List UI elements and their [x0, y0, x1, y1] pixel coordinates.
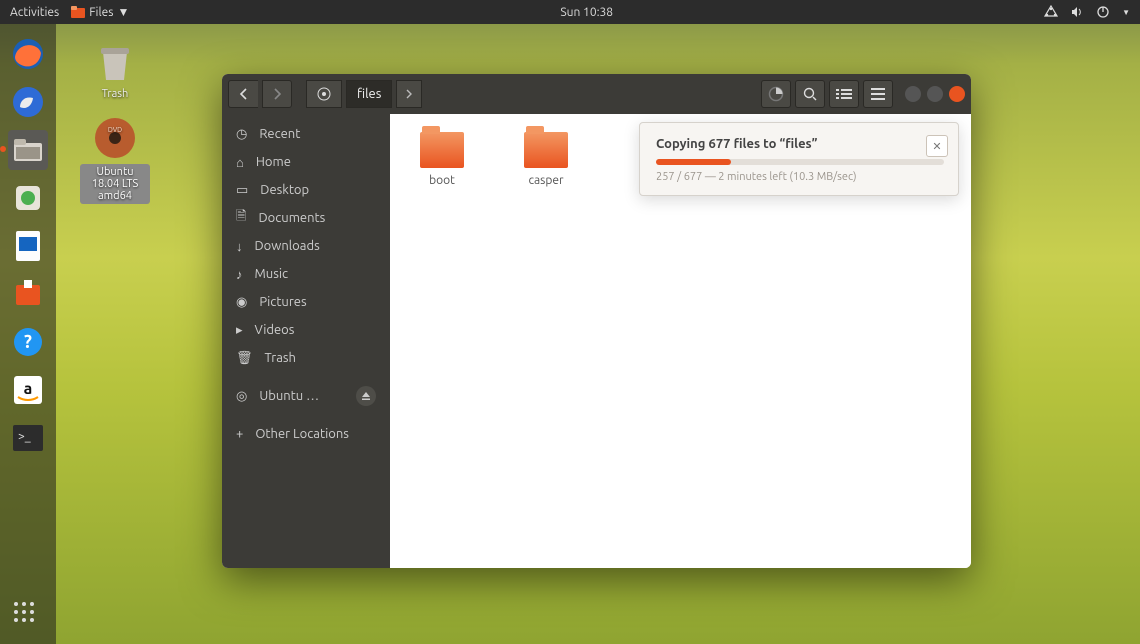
copy-progress-popup: ✕ Copying 677 files to “files” 257 / 677…: [639, 122, 959, 196]
sidebar-item-home[interactable]: ⌂ Home: [222, 148, 390, 176]
window-close-button[interactable]: [949, 86, 965, 102]
desktop-trash[interactable]: Trash: [80, 38, 150, 100]
sidebar-item-label: Videos: [255, 323, 295, 337]
music-icon: ♪: [236, 267, 243, 282]
top-bar: Activities Files ▼ Sun 10:38 ▼: [0, 0, 1140, 24]
search-button[interactable]: [795, 80, 825, 108]
network-icon[interactable]: [1044, 5, 1058, 19]
progress-fill: [656, 159, 731, 165]
folder-icon: [524, 132, 568, 168]
sidebar-item-label: Downloads: [255, 239, 320, 253]
sidebar-item-label: Pictures: [259, 295, 306, 309]
desktop-dvd-label: Ubuntu 18.04 LTS amd64: [80, 164, 150, 204]
path-disc-button[interactable]: [306, 80, 342, 108]
folder-icon: ▭: [236, 183, 248, 198]
app-menu-label: Files: [89, 6, 113, 19]
progress-indicator-button[interactable]: [761, 80, 791, 108]
folder-label: casper: [514, 174, 578, 187]
svg-text:a: a: [24, 380, 33, 398]
app-menu[interactable]: Files ▼: [71, 5, 129, 19]
volume-icon[interactable]: [1070, 5, 1084, 19]
desktop-dvd[interactable]: DVD Ubuntu 18.04 LTS amd64: [80, 114, 150, 204]
sidebar-item-label: Other Locations: [255, 427, 349, 441]
dock-app-software[interactable]: [8, 274, 48, 314]
clock[interactable]: Sun 10:38: [560, 6, 613, 19]
download-icon: ↓: [236, 239, 243, 254]
pictures-icon: ◉: [236, 295, 247, 310]
forward-button[interactable]: [262, 80, 292, 108]
dock-app-terminal[interactable]: >_: [8, 418, 48, 458]
copy-status: 257 / 677 — 2 minutes left (10.3 MB/sec): [656, 171, 944, 183]
sidebar-item-label: Trash: [265, 351, 296, 365]
disc-icon: ◎: [236, 389, 247, 404]
path-current[interactable]: files: [346, 80, 392, 108]
sidebar-item-trash[interactable]: 🗑 Trash: [222, 344, 390, 372]
files-icon: [71, 5, 85, 19]
desktop-trash-label: Trash: [80, 88, 150, 100]
svg-text:>_: >_: [18, 430, 31, 443]
trash-icon: 🗑: [236, 351, 253, 366]
svg-text:DVD: DVD: [108, 126, 122, 134]
sidebar-item-label: Home: [256, 155, 291, 169]
chevron-down-icon: ▼: [117, 5, 129, 19]
view-toggle-button[interactable]: [829, 80, 859, 108]
folder-label: boot: [410, 174, 474, 187]
window-maximize-button[interactable]: [927, 86, 943, 102]
sidebar-item-desktop[interactable]: ▭ Desktop: [222, 176, 390, 204]
files-view[interactable]: boot casper ✕ Copying 677 files to “file…: [390, 114, 971, 568]
sidebar-item-recent[interactable]: ◷ Recent: [222, 120, 390, 148]
show-applications-button[interactable]: [12, 600, 44, 632]
sidebar-item-documents[interactable]: 🗎 Documents: [222, 204, 390, 232]
sidebar-item-downloads[interactable]: ↓ Downloads: [222, 232, 390, 260]
path-overflow-button[interactable]: [396, 80, 422, 108]
plus-icon: +: [236, 427, 243, 441]
cancel-copy-button[interactable]: ✕: [926, 135, 948, 157]
folder-item[interactable]: casper: [514, 132, 578, 187]
back-button[interactable]: [228, 80, 258, 108]
progress-bar: [656, 159, 944, 165]
sidebar-item-music[interactable]: ♪ Music: [222, 260, 390, 288]
dock-app-amazon[interactable]: a: [8, 370, 48, 410]
places-sidebar: ◷ Recent ⌂ Home ▭ Desktop 🗎 Documents ↓ Downl…: [222, 114, 390, 568]
sidebar-item-label: Recent: [259, 127, 300, 141]
dock-app-firefox[interactable]: [8, 34, 48, 74]
sidebar-item-label: Desktop: [260, 183, 309, 197]
window-minimize-button[interactable]: [905, 86, 921, 102]
dock-app-writer[interactable]: [8, 226, 48, 266]
sidebar-item-label: Ubuntu …: [259, 389, 319, 403]
sidebar-item-label: Documents: [258, 211, 325, 225]
sidebar-item-pictures[interactable]: ◉ Pictures: [222, 288, 390, 316]
sidebar-item-other-locations[interactable]: + Other Locations: [222, 420, 390, 448]
home-icon: ⌂: [236, 155, 244, 170]
files-window: files ◷ Recent ⌂ Home ▭ Desktop 🗎 Documents: [222, 74, 971, 568]
copy-title: Copying 677 files to “files”: [656, 137, 944, 151]
trash-icon: [91, 38, 139, 86]
hamburger-menu-button[interactable]: [863, 80, 893, 108]
videos-icon: ▸: [236, 323, 243, 338]
clock-icon: ◷: [236, 127, 247, 142]
dock-app-files[interactable]: [8, 130, 48, 170]
headerbar: files: [222, 74, 971, 114]
folder-icon: [420, 132, 464, 168]
dock-app-thunderbird[interactable]: [8, 82, 48, 122]
dock-app-help[interactable]: ?: [8, 322, 48, 362]
sidebar-item-mount[interactable]: ◎ Ubuntu …: [222, 382, 390, 410]
disc-icon: DVD: [91, 114, 139, 162]
svg-text:?: ?: [24, 332, 32, 352]
sidebar-item-videos[interactable]: ▸ Videos: [222, 316, 390, 344]
sidebar-item-label: Music: [255, 267, 289, 281]
eject-button[interactable]: [356, 386, 376, 406]
power-icon[interactable]: [1096, 5, 1110, 19]
activities-button[interactable]: Activities: [10, 6, 59, 19]
dock: ? a >_: [0, 24, 56, 644]
chevron-down-icon[interactable]: ▼: [1122, 8, 1130, 17]
folder-item[interactable]: boot: [410, 132, 474, 187]
document-icon: 🗎: [236, 207, 246, 229]
dock-app-rhythmbox[interactable]: [8, 178, 48, 218]
